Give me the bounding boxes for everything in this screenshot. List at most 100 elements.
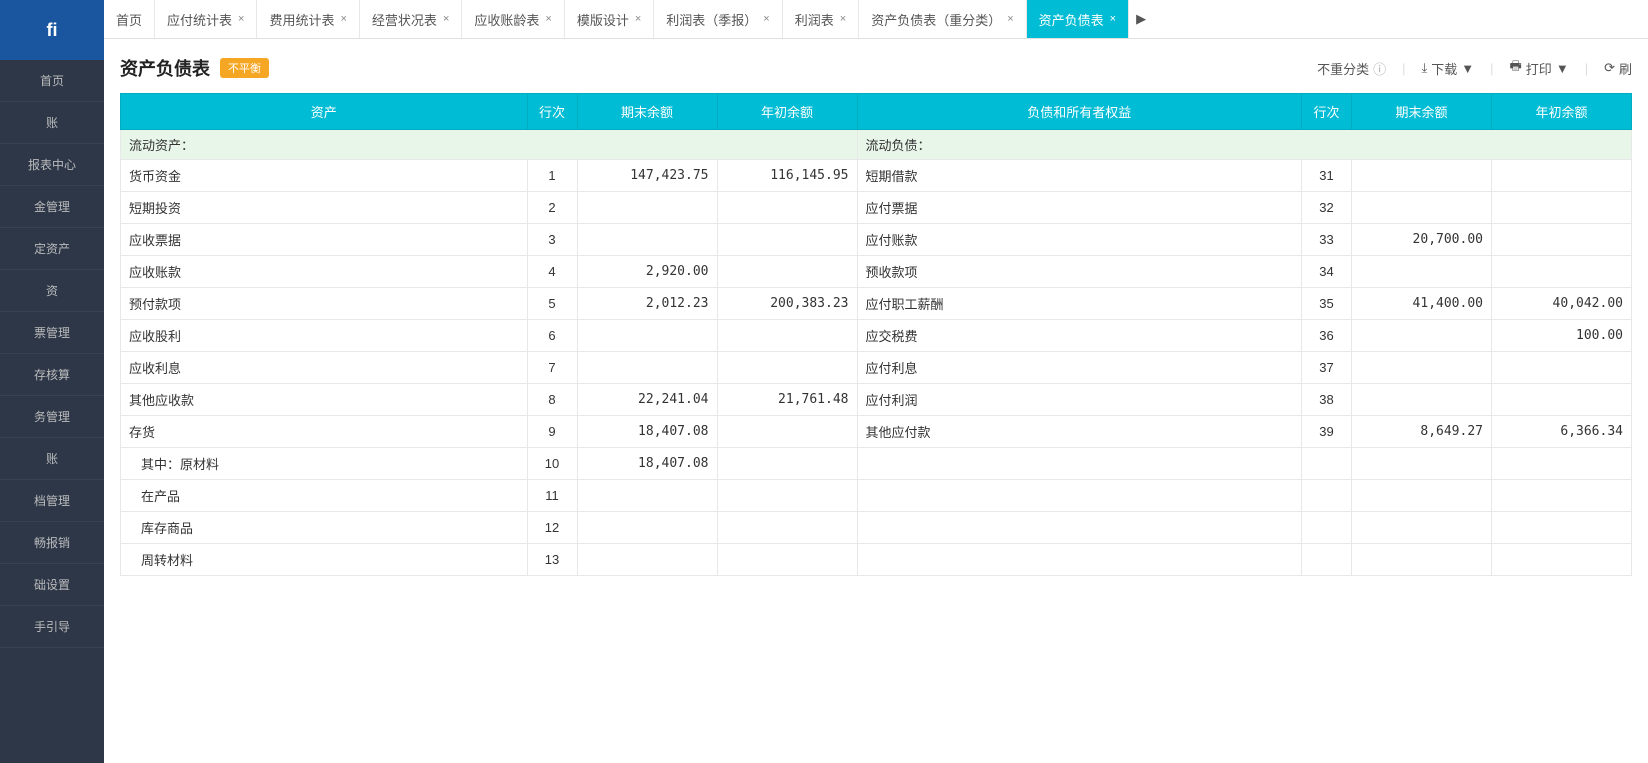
right-item-name — [857, 544, 1302, 576]
right-end-balance: 41,400.00 — [1352, 288, 1492, 320]
left-year-balance: 116,145.95 — [717, 160, 857, 192]
table-row: 应收账款 4 2,920.00 预收款项 34 — [121, 256, 1632, 288]
table-row: 预付款项 5 2,012.23 200,383.23 应付职工薪酬 35 41,… — [121, 288, 1632, 320]
sidebar-item-stock-calc[interactable]: 存核算 — [0, 354, 104, 396]
tab-home[interactable]: 首页 — [104, 0, 155, 38]
download-button[interactable]: ⤓ 下载 ▼ — [1421, 59, 1474, 78]
left-end-balance — [577, 192, 717, 224]
left-item-name: 库存商品 — [121, 512, 528, 544]
sidebar-item-settings[interactable]: 础设置 — [0, 564, 104, 606]
right-item-name: 应付利息 — [857, 352, 1302, 384]
right-row-num: 33 — [1302, 224, 1352, 256]
left-year-balance — [717, 416, 857, 448]
table-row: 其他应收款 8 22,241.04 21,761.48 应付利润 38 — [121, 384, 1632, 416]
left-end-balance — [577, 352, 717, 384]
right-item-name: 应交税费 — [857, 320, 1302, 352]
close-tab-balance-reclassified[interactable]: × — [1007, 13, 1013, 25]
left-row-num: 11 — [527, 480, 577, 512]
sidebar-item-archive[interactable]: 档管理 — [0, 480, 104, 522]
right-end-balance — [1352, 352, 1492, 384]
tab-balance-reclassified[interactable]: 资产负债表（重分类） × — [859, 0, 1026, 38]
right-year-balance — [1492, 512, 1632, 544]
left-year-balance — [717, 224, 857, 256]
left-end-balance: 2,012.23 — [577, 288, 717, 320]
th-liability: 负债和所有者权益 — [857, 94, 1302, 130]
sidebar-item-ledger[interactable]: 账 — [0, 438, 104, 480]
sidebar: fi 首页 账 报表中心 金管理 定资产 资 票管理 存核算 务管理 账 档管理… — [0, 0, 104, 763]
close-tab-operations[interactable]: × — [443, 13, 449, 25]
left-category-label: 流动资产： — [121, 130, 858, 160]
left-year-balance — [717, 192, 857, 224]
left-end-balance: 22,241.04 — [577, 384, 717, 416]
table-row: 应收利息 7 应付利息 37 — [121, 352, 1632, 384]
sidebar-item-fund[interactable]: 金管理 — [0, 186, 104, 228]
help-icon[interactable]: ⓘ — [1373, 59, 1386, 78]
left-end-balance: 2,920.00 — [577, 256, 717, 288]
close-tab-profit[interactable]: × — [840, 13, 846, 25]
left-year-balance — [717, 256, 857, 288]
sidebar-item-business[interactable]: 务管理 — [0, 396, 104, 438]
right-row-num: 39 — [1302, 416, 1352, 448]
dropdown-arrow-download: ▼ — [1461, 61, 1474, 76]
left-item-name: 应收股利 — [121, 320, 528, 352]
left-row-num: 2 — [527, 192, 577, 224]
right-end-balance — [1352, 480, 1492, 512]
tab-template-design[interactable]: 模版设计 × — [565, 0, 654, 38]
close-tab-payable-summary[interactable]: × — [238, 13, 244, 25]
no-reclassify-button[interactable]: 不重分类 ⓘ — [1317, 59, 1386, 78]
tab-receivable-aging[interactable]: 应收账龄表 × — [462, 0, 564, 38]
close-tab-profit-quarterly[interactable]: × — [763, 13, 769, 25]
close-tab-expense-summary[interactable]: × — [340, 13, 346, 25]
tab-operations[interactable]: 经营状况表 × — [360, 0, 462, 38]
table-row: 货币资金 1 147,423.75 116,145.95 短期借款 31 — [121, 160, 1632, 192]
table-row: 在产品 11 — [121, 480, 1632, 512]
th-row-num-left: 行次 — [527, 94, 577, 130]
tab-profit[interactable]: 利润表 × — [783, 0, 859, 38]
right-row-num: 32 — [1302, 192, 1352, 224]
left-end-balance — [577, 480, 717, 512]
left-end-balance: 147,423.75 — [577, 160, 717, 192]
table-row: 应收票据 3 应付账款 33 20,700.00 — [121, 224, 1632, 256]
right-item-name — [857, 480, 1302, 512]
right-year-balance — [1492, 192, 1632, 224]
sidebar-item-capital[interactable]: 资 — [0, 270, 104, 312]
right-year-balance — [1492, 160, 1632, 192]
refresh-button[interactable]: ⟳ 刷 — [1604, 59, 1632, 78]
sidebar-item-fixed-assets[interactable]: 定资产 — [0, 228, 104, 270]
left-year-balance — [717, 352, 857, 384]
tab-bar: 首页 应付统计表 × 费用统计表 × 经营状况表 × 应收账龄表 × 模版设计 … — [104, 0, 1648, 39]
right-year-balance: 40,042.00 — [1492, 288, 1632, 320]
sidebar-item-bill-management[interactable]: 票管理 — [0, 312, 104, 354]
page-header: 资产负债表 不平衡 不重分类 ⓘ | ⤓ 下载 ▼ | 🖶 打印 ▼ — [120, 55, 1632, 81]
sidebar-item-home[interactable]: 首页 — [0, 60, 104, 102]
tab-expense-summary[interactable]: 费用统计表 × — [257, 0, 359, 38]
right-end-balance — [1352, 192, 1492, 224]
right-row-num: 31 — [1302, 160, 1352, 192]
left-item-name: 货币资金 — [121, 160, 528, 192]
close-tab-receivable-aging[interactable]: × — [545, 13, 551, 25]
table-row: 周转材料 13 — [121, 544, 1632, 576]
right-row-num: 34 — [1302, 256, 1352, 288]
left-item-name: 周转材料 — [121, 544, 528, 576]
sidebar-item-expense[interactable]: 畅报销 — [0, 522, 104, 564]
left-year-balance: 21,761.48 — [717, 384, 857, 416]
close-tab-balance[interactable]: × — [1110, 13, 1116, 25]
right-year-balance — [1492, 352, 1632, 384]
th-end-balance-right: 期末余额 — [1352, 94, 1492, 130]
tab-payable-summary[interactable]: 应付统计表 × — [155, 0, 257, 38]
tab-balance[interactable]: 资产负债表 × — [1027, 0, 1129, 38]
sidebar-item-account[interactable]: 账 — [0, 102, 104, 144]
tab-scroll-right[interactable]: ▶ — [1129, 0, 1153, 38]
print-button[interactable]: 🖶 打印 ▼ — [1510, 57, 1569, 79]
left-row-num: 5 — [527, 288, 577, 320]
left-year-balance — [717, 320, 857, 352]
close-tab-template-design[interactable]: × — [635, 13, 641, 25]
left-row-num: 12 — [527, 512, 577, 544]
left-year-balance — [717, 512, 857, 544]
sidebar-item-report-center[interactable]: 报表中心 — [0, 144, 104, 186]
th-year-balance-left: 年初余额 — [717, 94, 857, 130]
tab-profit-quarterly[interactable]: 利润表（季报） × — [654, 0, 782, 38]
right-end-balance — [1352, 320, 1492, 352]
sidebar-item-guide[interactable]: 手引导 — [0, 606, 104, 648]
right-row-num — [1302, 544, 1352, 576]
